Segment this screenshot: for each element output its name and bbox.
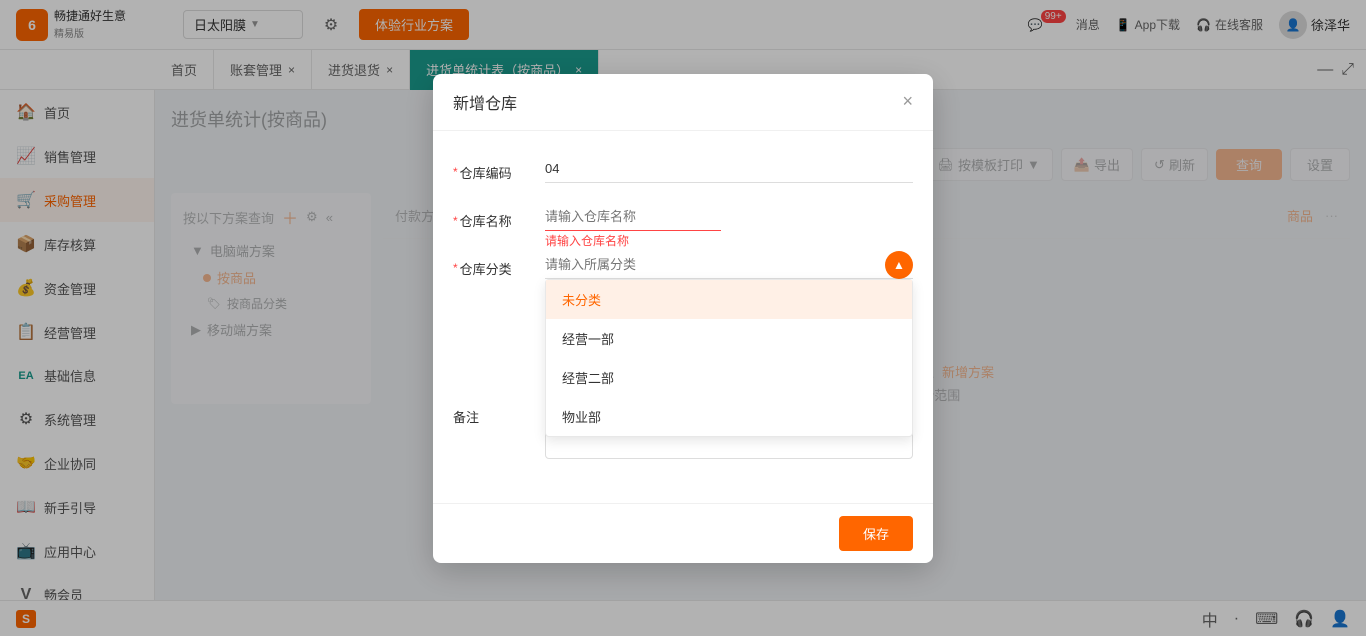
name-input[interactable]: [545, 203, 721, 231]
add-warehouse-modal: 新增仓库 × * 仓库编码 * 仓库名称: [433, 74, 933, 563]
modal-footer: 保存: [433, 503, 933, 563]
save-button[interactable]: 保存: [839, 516, 913, 551]
modal-header: 新增仓库 ×: [433, 74, 933, 131]
code-row: * 仓库编码: [453, 155, 913, 183]
name-error-msg: 请输入仓库名称: [545, 232, 629, 249]
modal-body: * 仓库编码 * 仓库名称 请输入仓库名称 *: [433, 131, 933, 503]
modal-close-icon[interactable]: ×: [902, 91, 913, 112]
dropdown-item-0[interactable]: 未分类: [546, 280, 912, 319]
name-row: * 仓库名称 请输入仓库名称: [453, 203, 913, 231]
modal-overlay: 新增仓库 × * 仓库编码 * 仓库名称: [0, 0, 1366, 636]
category-row: * 仓库分类 ▲ 未分类 经营一部 经营二部 物业部: [453, 251, 913, 279]
note-label: 备注: [453, 399, 533, 426]
dropdown-item-1[interactable]: 经营一部: [546, 319, 912, 358]
name-label: * 仓库名称: [453, 203, 533, 230]
code-input[interactable]: [545, 155, 913, 183]
code-label: * 仓库编码: [453, 155, 533, 182]
dropdown-item-3[interactable]: 物业部: [546, 397, 912, 436]
category-select-wrapper: ▲: [545, 251, 913, 279]
category-dropdown: 未分类 经营一部 经营二部 物业部: [545, 279, 913, 437]
modal-title: 新增仓库: [453, 90, 517, 114]
dropdown-item-2[interactable]: 经营二部: [546, 358, 912, 397]
category-input[interactable]: [545, 251, 913, 279]
category-label: * 仓库分类: [453, 251, 533, 278]
category-toggle-icon[interactable]: ▲: [885, 251, 913, 279]
